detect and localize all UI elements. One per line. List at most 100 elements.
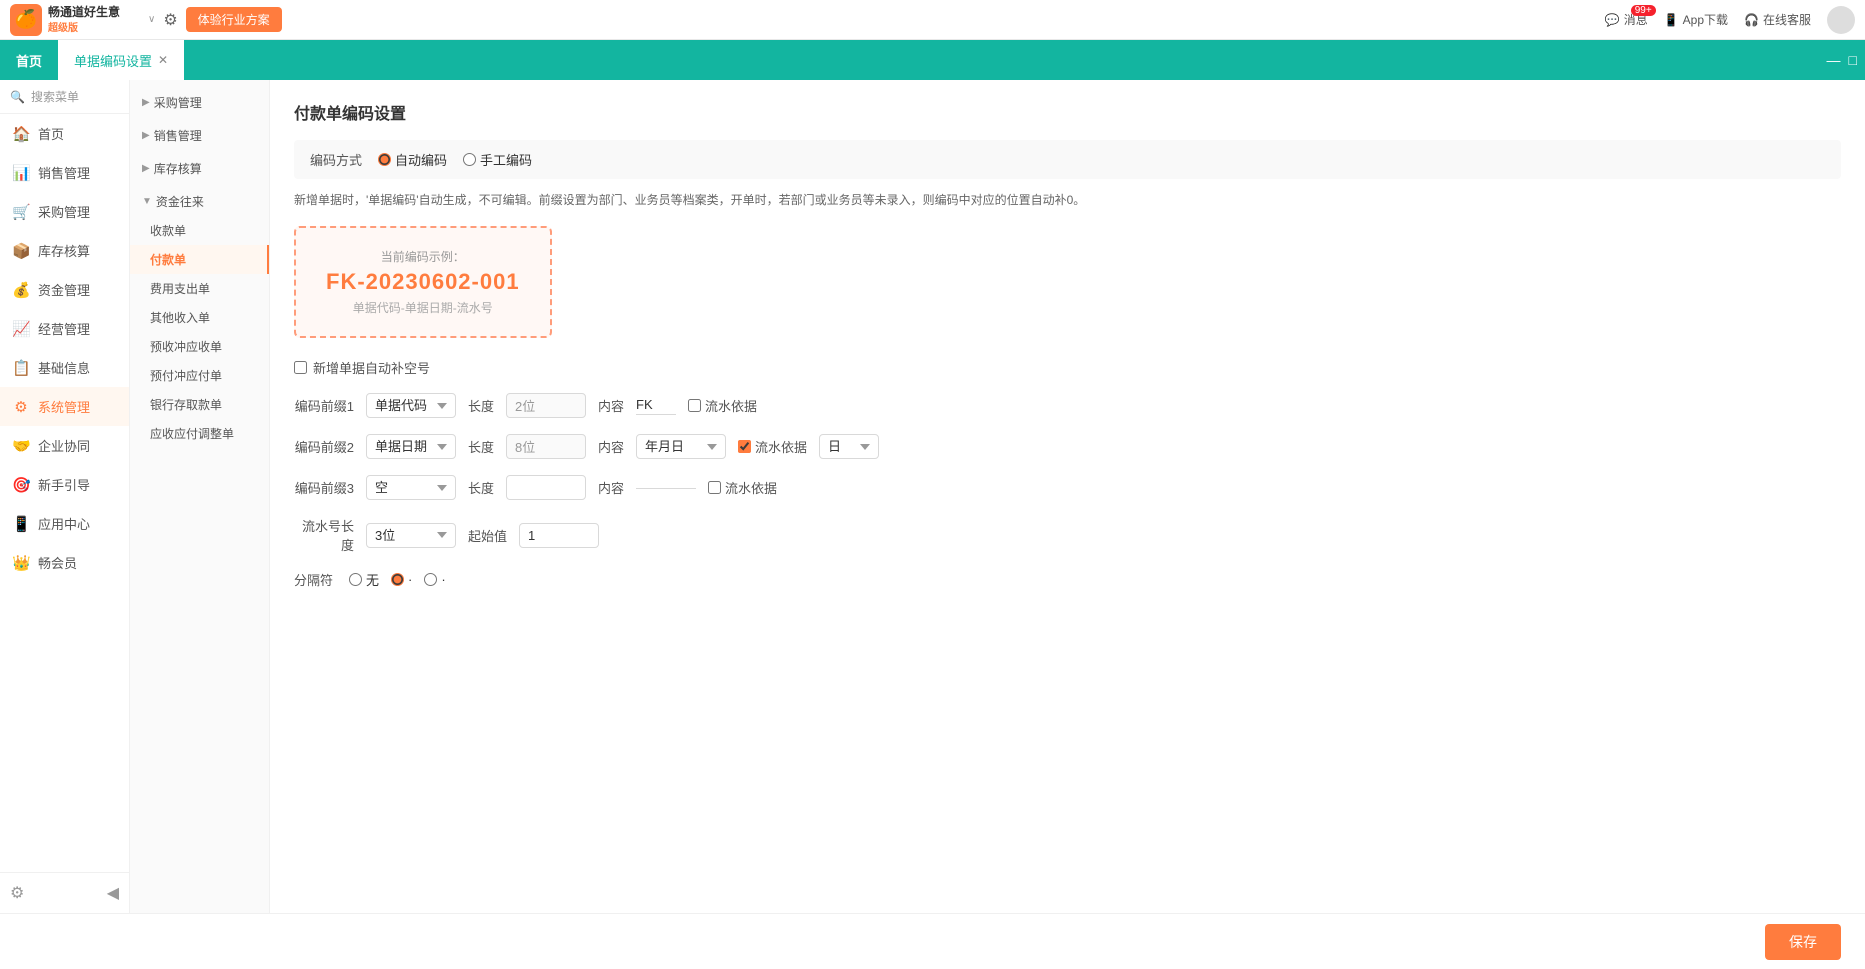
basic-icon: 📋 (12, 359, 30, 377)
manual-code-radio[interactable] (463, 153, 476, 166)
prefix3-serial-label[interactable]: 流水依据 (708, 478, 777, 497)
sidebar-label-inventory: 库存核算 (38, 241, 90, 260)
sidebar-item-system[interactable]: ⚙ 系统管理 (0, 387, 129, 426)
separator-none-radio[interactable] (349, 573, 362, 586)
prefix2-serial-label[interactable]: 流水依据 (738, 437, 807, 456)
prefix2-label: 编码前缀2 (294, 437, 354, 456)
industry-btn[interactable]: 体验行业方案 (186, 7, 282, 32)
tabbar: 首页 单据编码设置 ✕ — □ (0, 40, 1865, 80)
sidebar-item-sales[interactable]: 📊 销售管理 (0, 153, 129, 192)
auto-code-radio[interactable] (378, 153, 391, 166)
sidebar-item-collab[interactable]: 🤝 企业协同 (0, 426, 129, 465)
app-download-label: App下载 (1683, 11, 1728, 28)
sub-group-inventory-title[interactable]: ▶ 库存核算 (130, 154, 269, 183)
expand-arrow-icon[interactable]: ∨ (148, 14, 155, 25)
app-download-item[interactable]: 📱 App下载 (1664, 11, 1728, 28)
preview-code: FK-20230602-001 (326, 269, 520, 295)
sub-group-sales-label: 销售管理 (154, 127, 202, 144)
prefix2-serial-unit-select[interactable]: 日 月 年 (819, 434, 879, 459)
sidebar-item-purchase[interactable]: 🛒 采购管理 (0, 192, 129, 231)
prefix3-serial-checkbox[interactable] (708, 481, 721, 494)
save-button[interactable]: 保存 (1765, 924, 1841, 960)
start-value-input[interactable] (519, 523, 599, 548)
sidebar-settings-icon[interactable]: ⚙ (10, 883, 24, 903)
sub-item-receipt[interactable]: 收款单 (130, 216, 269, 245)
sidebar-item-home[interactable]: 🏠 首页 (0, 114, 129, 153)
sub-item-prepay-ar[interactable]: 预收冲应收单 (130, 332, 269, 361)
serial-length-select[interactable]: 3位 4位 5位 (366, 523, 456, 548)
serial-length-label: 流水号长度 (294, 516, 354, 554)
minimize-icon[interactable]: — (1827, 52, 1841, 68)
search-menu-item[interactable]: 🔍 搜索菜单 (0, 80, 129, 114)
sidebar-label-operations: 经营管理 (38, 319, 90, 338)
prefix2-serial-checkbox[interactable] (738, 440, 751, 453)
sidebar-item-guide[interactable]: 🎯 新手引导 (0, 465, 129, 504)
separator-dot-radio[interactable] (391, 573, 404, 586)
start-value-label: 起始值 (468, 526, 507, 545)
message-icon-item[interactable]: 💬 消息 99+ (1605, 11, 1648, 28)
online-service-icon: 🎧 (1744, 13, 1759, 27)
sub-group-capital-label: 资金往来 (156, 193, 204, 210)
prefix1-select[interactable]: 单据代码 部门 业务员 空 (366, 393, 456, 418)
sidebar-collapse-icon[interactable]: ◀ (107, 883, 119, 903)
arrow-right-icon: ▶ (142, 97, 150, 108)
tab-home[interactable]: 首页 (0, 40, 58, 80)
prefix1-serial-checkbox[interactable] (688, 399, 701, 412)
inventory-icon: 📦 (12, 242, 30, 260)
settings-icon[interactable]: ⚙ (163, 10, 177, 30)
manual-code-option[interactable]: 手工编码 (463, 150, 532, 169)
avatar[interactable] (1827, 6, 1855, 34)
separator-none-option[interactable]: 无 (349, 570, 379, 589)
purchase-icon: 🛒 (12, 203, 30, 221)
preview-label: 当前编码示例： (326, 248, 520, 265)
logo-text-block: 畅通道好生意 超级版 (48, 5, 120, 34)
sub-item-expense[interactable]: 费用支出单 (130, 274, 269, 303)
sidebar-item-finance[interactable]: 💰 资金管理 (0, 270, 129, 309)
auto-code-option[interactable]: 自动编码 (378, 150, 447, 169)
form-row-prefix2: 编码前缀2 单据日期 部门 业务员 空 长度 内容 年月日 年月 年 流水依据 … (294, 434, 1841, 459)
sidebar-label-member: 畅会员 (38, 553, 77, 572)
prefix2-length-label: 长度 (468, 437, 494, 456)
sidebar-label-apps: 应用中心 (38, 514, 90, 533)
sidebar-item-basic[interactable]: 📋 基础信息 (0, 348, 129, 387)
logo-sub-text: 超级版 (48, 19, 120, 34)
tab-close-icon[interactable]: ✕ (158, 53, 168, 67)
sidebar-item-operations[interactable]: 📈 经营管理 (0, 309, 129, 348)
separator-dot2-radio[interactable] (424, 573, 437, 586)
auto-fill-row: 新增单据自动补空号 (294, 358, 1841, 377)
prefix1-serial-label[interactable]: 流水依据 (688, 396, 757, 415)
logo-main-text: 畅通道好生意 (48, 5, 120, 19)
arrow-right-icon2: ▶ (142, 130, 150, 141)
sidebar-label-collab: 企业协同 (38, 436, 90, 455)
preview-box: 当前编码示例： FK-20230602-001 单据代码-单据日期-流水号 (294, 226, 552, 338)
sub-item-prepay-ap[interactable]: 预付冲应付单 (130, 361, 269, 390)
prefix2-content-select[interactable]: 年月日 年月 年 (636, 434, 726, 459)
separator-dot-option[interactable]: · (391, 572, 412, 587)
sidebar-item-apps[interactable]: 📱 应用中心 (0, 504, 129, 543)
prefix2-select[interactable]: 单据日期 部门 业务员 空 (366, 434, 456, 459)
tab-voucher-code[interactable]: 单据编码设置 ✕ (58, 40, 184, 80)
auto-fill-checkbox[interactable] (294, 361, 307, 374)
sub-item-other-income[interactable]: 其他收入单 (130, 303, 269, 332)
message-badge: 99+ (1631, 5, 1656, 16)
maximize-icon[interactable]: □ (1849, 52, 1857, 68)
form-row-prefix1: 编码前缀1 单据代码 部门 业务员 空 长度 内容 FK 流水依据 (294, 393, 1841, 418)
prefix3-content-label: 内容 (598, 478, 624, 497)
sub-group-purchase-title[interactable]: ▶ 采购管理 (130, 88, 269, 117)
separator-dot2-option[interactable]: · (424, 572, 445, 587)
sub-group-capital-title[interactable]: ▼ 资金往来 (130, 187, 269, 216)
sub-item-payment[interactable]: 付款单 (130, 245, 269, 274)
search-icon: 🔍 (10, 90, 25, 104)
sub-group-sales-title[interactable]: ▶ 销售管理 (130, 121, 269, 150)
online-service-label: 在线客服 (1763, 11, 1811, 28)
sidebar-item-member[interactable]: 👑 畅会员 (0, 543, 129, 582)
prefix3-select[interactable]: 空 单据代码 部门 业务员 (366, 475, 456, 500)
sales-icon: 📊 (12, 164, 30, 182)
online-service-item[interactable]: 🎧 在线客服 (1744, 11, 1811, 28)
page-title: 付款单编码设置 (294, 100, 1841, 124)
sidebar-item-inventory[interactable]: 📦 库存核算 (0, 231, 129, 270)
sub-item-adjust[interactable]: 应收应付调整单 (130, 419, 269, 448)
prefix3-label: 编码前缀3 (294, 478, 354, 497)
prefix3-length-input[interactable] (506, 475, 586, 500)
sub-item-bank[interactable]: 银行存取款单 (130, 390, 269, 419)
